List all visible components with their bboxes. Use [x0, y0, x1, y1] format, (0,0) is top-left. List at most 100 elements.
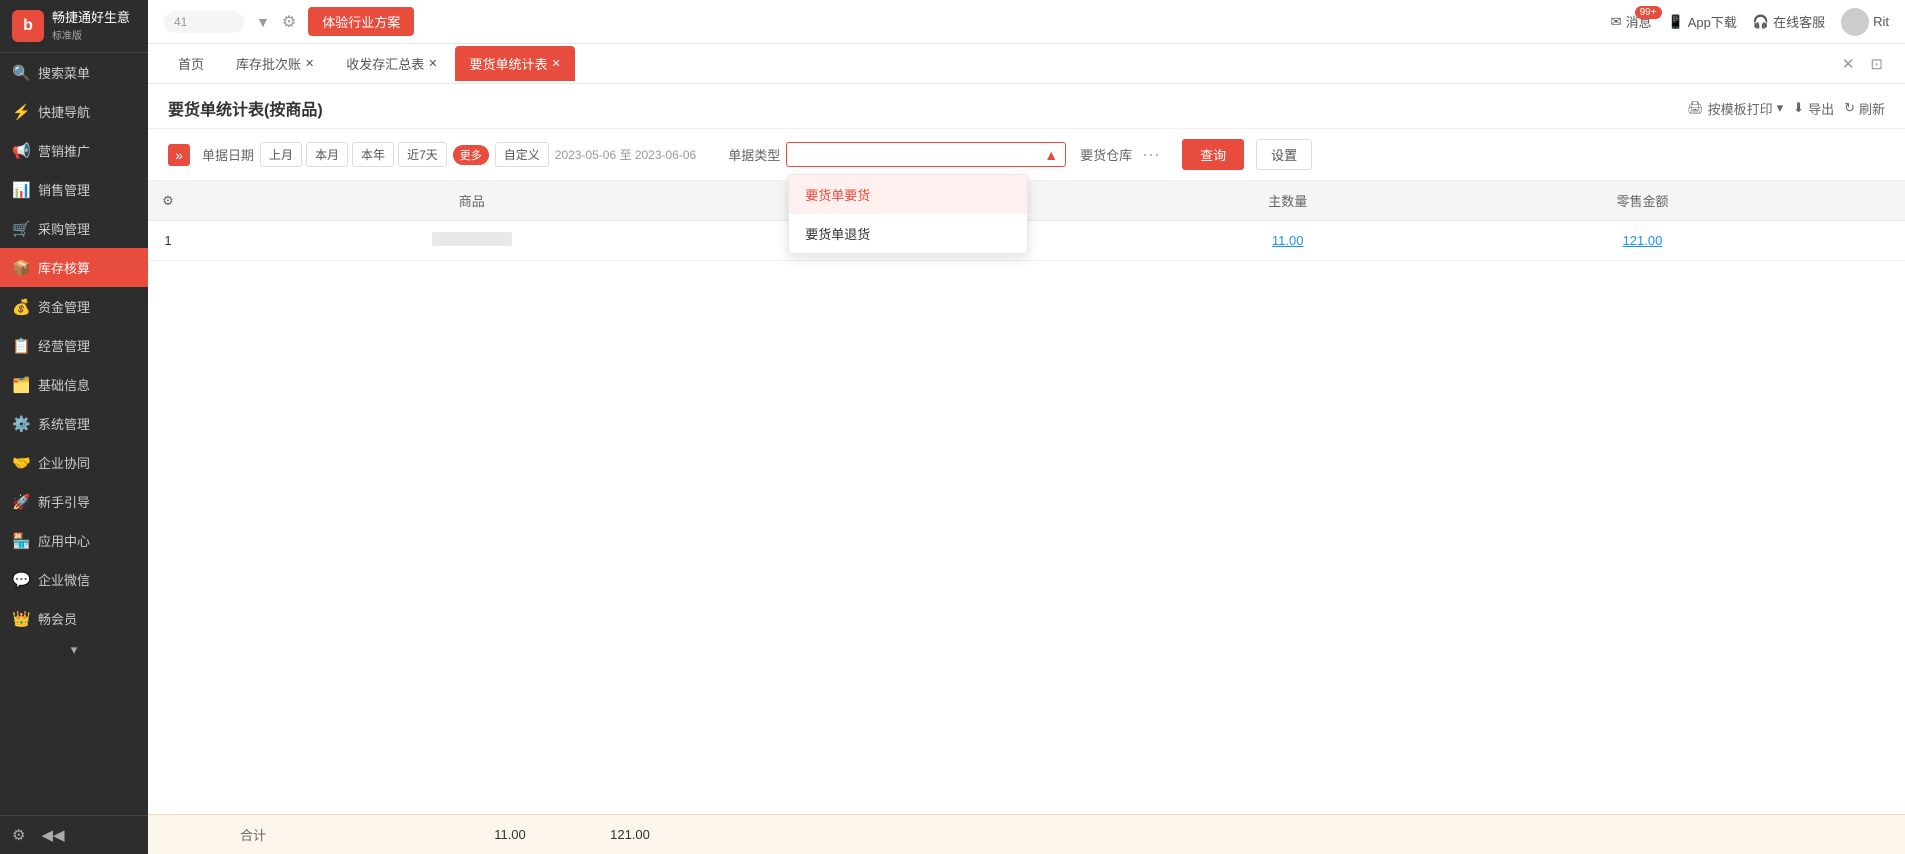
purchase-nav-icon: 🛒 [12, 220, 30, 238]
guide-nav-icon: 🚀 [12, 493, 30, 511]
wechat-nav-icon: 💬 [12, 571, 30, 589]
tabs-actions: ✕ ⊡ [1836, 53, 1889, 75]
settings-icon[interactable]: ⚙ [12, 826, 25, 844]
messages-badge: 99+ [1635, 6, 1662, 19]
dropdown-item-1[interactable]: 要货单退货 [789, 214, 1027, 253]
date-last-7days-btn[interactable]: 近7天 [398, 142, 447, 167]
tab-0[interactable]: 首页 [164, 46, 218, 81]
type-dropdown: 要货单要货要货单退货 [788, 174, 1028, 254]
sidebar-item-label: 快捷导航 [38, 102, 90, 121]
topbar-right: ✉ 消息 99+ 📱 App下载 🎧 在线客服 Rit [1611, 8, 1889, 36]
tab-restore-icon[interactable]: ⊡ [1864, 53, 1889, 75]
row-qty-0: 11.00 [1110, 221, 1465, 261]
row-extra-0 [1820, 221, 1905, 261]
tab-close-btn-2[interactable]: ✕ [428, 57, 437, 70]
date-this-month-btn[interactable]: 本月 [306, 142, 348, 167]
type-chevron-icon[interactable]: ▲ [1044, 147, 1058, 163]
date-this-year-btn[interactable]: 本年 [352, 142, 394, 167]
user-name: Rit [1873, 14, 1889, 29]
sidebar-item-shortcut[interactable]: ⚡ 快捷导航 [0, 92, 148, 131]
print-icon: 🖨 [1687, 100, 1704, 116]
sidebar-item-member[interactable]: 👑畅会员 [0, 599, 148, 638]
service-icon: 🎧 [1753, 14, 1769, 30]
sidebar: b 畅捷通好生意 标准版 🔍搜索菜单⚡快捷导航📢营销推广📊销售管理🛒采购管理📦库… [0, 0, 148, 854]
shortcut-nav-icon: ⚡ [12, 103, 30, 121]
tab-label-2: 收发存汇总表 [346, 54, 424, 73]
tab-label-1: 库存批次账 [236, 54, 301, 73]
sidebar-item-label: 系统管理 [38, 414, 90, 433]
sidebar-item-label: 资金管理 [38, 297, 90, 316]
warehouse-more-icon[interactable]: ··· [1142, 144, 1160, 165]
filter-expand-button[interactable]: » [168, 144, 190, 166]
online-service-button[interactable]: 🎧 在线客服 [1753, 12, 1825, 31]
tab-close-btn-3[interactable]: ✕ [552, 57, 561, 70]
sidebar-item-operation[interactable]: 📋经营管理 [0, 326, 148, 365]
sidebar-item-appstore[interactable]: 🏪应用中心 [0, 521, 148, 560]
query-button[interactable]: 查询 [1182, 139, 1244, 170]
topbar-search-icon: ▼ [256, 14, 270, 30]
sidebar-item-label: 新手引导 [38, 492, 90, 511]
tab-close-all-icon[interactable]: ✕ [1836, 53, 1861, 75]
col-header-product: 商品 [188, 181, 756, 221]
export-button[interactable]: ⬇ 导出 [1793, 99, 1834, 118]
tabs-bar: 首页库存批次账 ✕收发存汇总表 ✕要货单统计表 ✕ ✕ ⊡ [148, 44, 1905, 84]
sidebar-item-search[interactable]: 🔍搜索菜单 [0, 53, 148, 92]
sidebar-item-system[interactable]: ⚙️ 系统管理 [0, 404, 148, 443]
content-area: 要货单统计表(按商品) 🖨 按模板打印 ▾ ⬇ 导出 ↻ 刷新 [148, 84, 1905, 854]
app-download-icon: 📱 [1668, 14, 1684, 30]
tab-1[interactable]: 库存批次账 ✕ [222, 46, 328, 81]
print-label: 按模板打印 [1708, 99, 1773, 118]
sidebar-item-label: 采购管理 [38, 219, 90, 238]
filter-warehouse-group: 要货仓库 ··· [1080, 144, 1160, 165]
print-chevron-icon: ▾ [1777, 100, 1784, 116]
export-label: 导出 [1808, 99, 1834, 118]
sidebar-scroll-down[interactable]: ▾ [0, 638, 148, 662]
date-more-tag[interactable]: 更多 [453, 145, 489, 165]
date-custom-btn[interactable]: 自定义 [495, 142, 549, 167]
sidebar-item-finance[interactable]: 💰 资金管理 [0, 287, 148, 326]
refresh-button[interactable]: ↻ 刷新 [1844, 99, 1885, 118]
basic-nav-icon: 🗂️ [12, 376, 30, 394]
sidebar-item-wechat[interactable]: 💬企业微信 [0, 560, 148, 599]
table-settings-header[interactable]: ⚙ [148, 181, 188, 221]
topbar: 41 ▼ ⚙ 体验行业方案 ✉ 消息 99+ 📱 App下载 🎧 在线客服 Ri… [148, 0, 1905, 44]
table-container: ⚙ 商品 主计量单位 主数量 零售金额 1 块 11.00 121.00 [148, 181, 1905, 814]
trial-button[interactable]: 体验行业方案 [308, 7, 414, 36]
finance-nav-icon: 💰 [12, 298, 30, 316]
tab-close-btn-1[interactable]: ✕ [305, 57, 314, 70]
sidebar-item-label: 销售管理 [38, 180, 90, 199]
filter-bar: » 单据日期 上月 本月 本年 近7天 更多 自定义 2023-05-06 至 … [148, 129, 1905, 181]
date-range-display: 2023-05-06 至 2023-06-06 [555, 146, 696, 163]
app-download-button[interactable]: 📱 App下载 [1668, 12, 1737, 31]
date-quick-btns: 上月 本月 本年 近7天 [260, 142, 447, 167]
sidebar-item-purchase[interactable]: 🛒 采购管理 [0, 209, 148, 248]
sidebar-item-basic[interactable]: 🗂️基础信息 [0, 365, 148, 404]
footer-amount: 121.00 [570, 827, 690, 842]
refresh-label: 刷新 [1859, 99, 1885, 118]
sidebar-item-marketing[interactable]: 📢营销推广 [0, 131, 148, 170]
app-name-block: 畅捷通好生意 标准版 [52, 10, 130, 42]
sidebar-item-enterprise[interactable]: 🤝企业协同 [0, 443, 148, 482]
setting-button[interactable]: 设置 [1256, 139, 1312, 170]
footer-label: 合计 [160, 825, 450, 844]
sidebar-item-sales[interactable]: 📊销售管理 [0, 170, 148, 209]
messages-button[interactable]: ✉ 消息 99+ [1611, 12, 1652, 31]
search-nav-icon: 🔍 [12, 64, 30, 82]
enterprise-nav-icon: 🤝 [12, 454, 30, 472]
settings-gear-icon[interactable]: ⚙ [282, 12, 296, 32]
sidebar-item-inventory[interactable]: 📦库存核算 [0, 248, 148, 287]
system-nav-icon: ⚙️ [12, 415, 30, 433]
collapse-icon[interactable]: ◀◀ [41, 826, 64, 844]
tab-2[interactable]: 收发存汇总表 ✕ [332, 46, 451, 81]
tab-3[interactable]: 要货单统计表 ✕ [455, 46, 574, 81]
print-button[interactable]: 🖨 按模板打印 ▾ [1687, 99, 1783, 118]
row-product-0 [188, 221, 756, 261]
user-avatar-button[interactable]: Rit [1841, 8, 1889, 36]
sidebar-item-guide[interactable]: 🚀 新手引导 [0, 482, 148, 521]
filter-date-group: 单据日期 上月 本月 本年 近7天 更多 自定义 2023-05-06 至 20… [202, 142, 696, 167]
sidebar-item-label: 畅会员 [38, 609, 77, 628]
type-input[interactable] [786, 142, 1066, 167]
row-amount-0: 121.00 [1465, 221, 1820, 261]
dropdown-item-0[interactable]: 要货单要货 [789, 175, 1027, 214]
date-last-month-btn[interactable]: 上月 [260, 142, 302, 167]
